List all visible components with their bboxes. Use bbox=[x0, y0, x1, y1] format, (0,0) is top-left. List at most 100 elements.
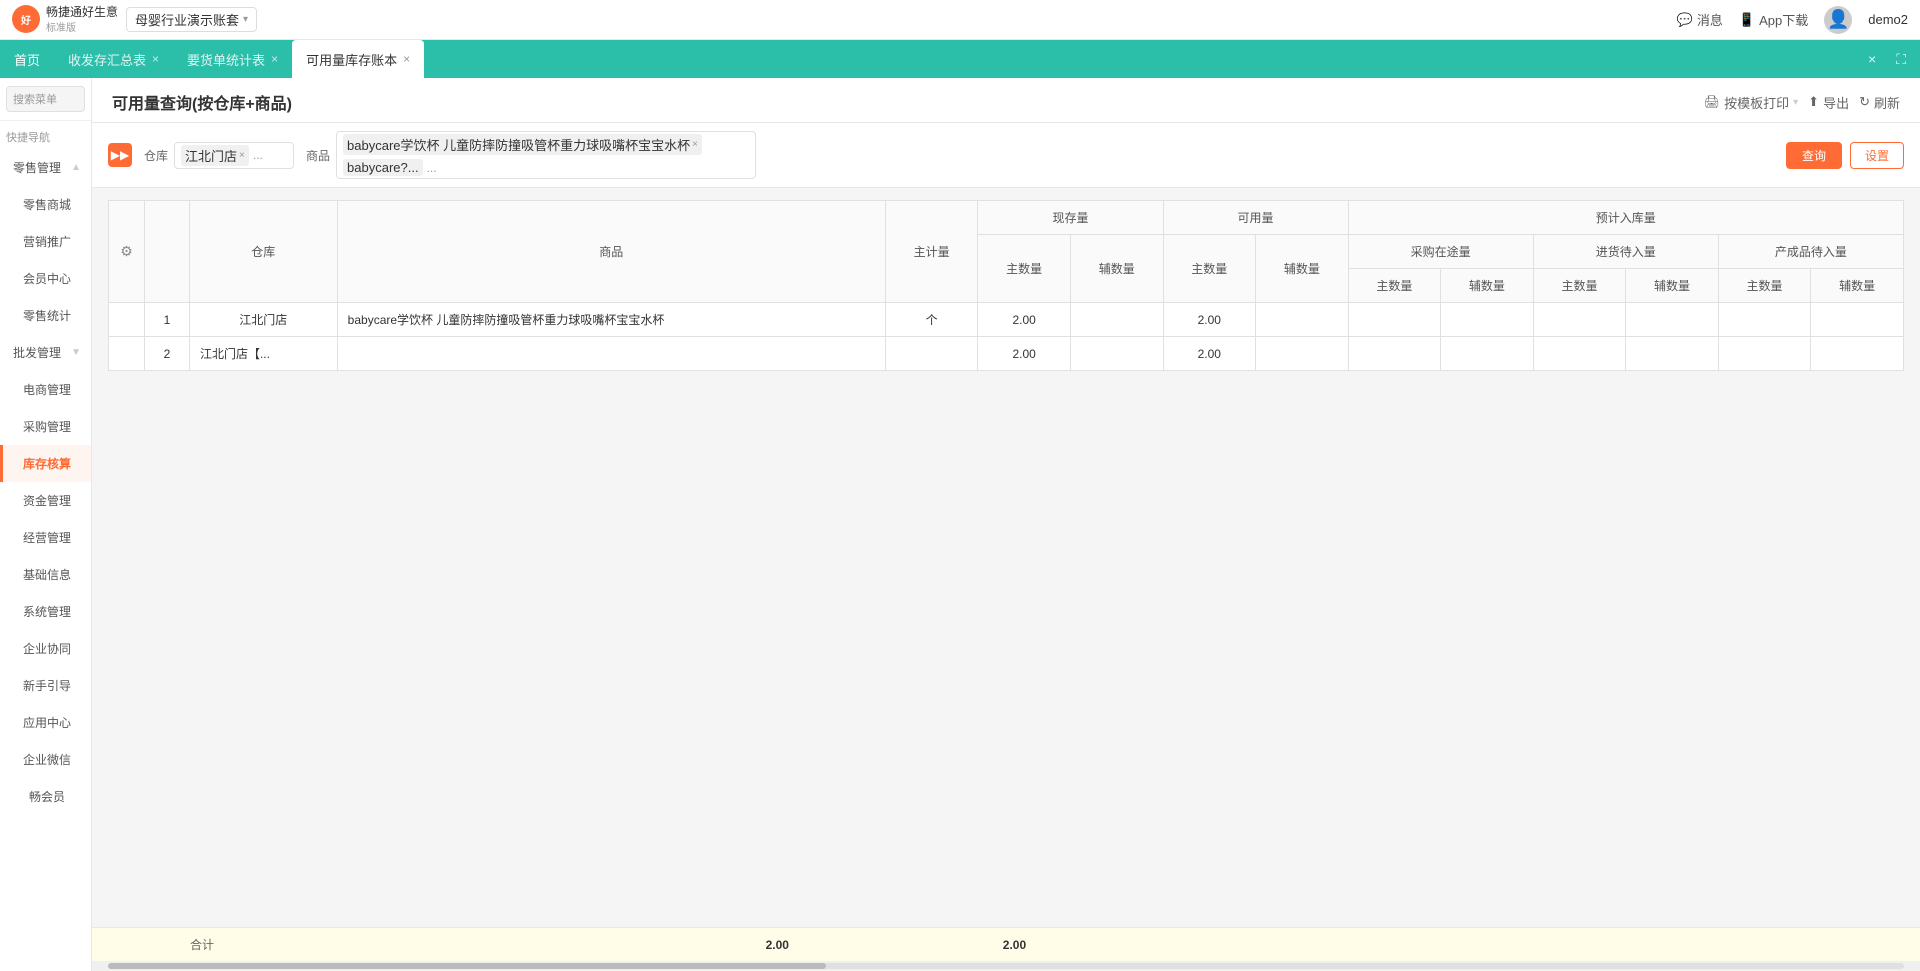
sidebar-item-retail-stats-label: 零售统计 bbox=[23, 307, 71, 324]
chevron-down-icon: ▾ bbox=[243, 14, 248, 25]
product-filter-tags[interactable]: babycare学饮杯 儿童防摔防撞吸管杯重力球吸嘴杯宝宝水杯 × babyca… bbox=[336, 131, 756, 179]
page-header: 可用量查询(按仓库+商品) 🖨 按模板打印 ▾ ⬆ 导出 ↻ 刷新 bbox=[92, 78, 1920, 123]
td-purchase-aux-2 bbox=[1441, 337, 1534, 371]
tab-available-stock[interactable]: 可用量库存账本 × bbox=[292, 40, 424, 78]
td-current-main-2: 2.00 bbox=[978, 337, 1071, 371]
sidebar-item-member-center-label: 会员中心 bbox=[23, 270, 71, 287]
tab-available-stock-close[interactable]: × bbox=[403, 53, 410, 65]
logo-area: 好 畅捷通好生意 标准版 bbox=[12, 5, 118, 34]
tab-order-stats-close[interactable]: × bbox=[271, 53, 278, 65]
sidebar-item-enterprise-coop[interactable]: 企业协同 bbox=[0, 630, 91, 667]
download-icon: 📱 bbox=[1739, 12, 1755, 28]
sidebar-item-finance-mgmt[interactable]: 资金管理 bbox=[0, 482, 91, 519]
td-no-2: 2 bbox=[145, 337, 190, 371]
search-menu-button[interactable]: 搜索菜单 bbox=[6, 86, 85, 112]
horizontal-scrollbar[interactable] bbox=[92, 961, 1920, 971]
product-filter-more[interactable]: ... bbox=[427, 161, 437, 175]
sidebar: 搜索菜单 快捷导航 零售管理 ▲ 零售商城 营销推广 会员中心 零售统计 批发管… bbox=[0, 78, 92, 971]
tab-close-all-button[interactable]: × bbox=[1862, 49, 1882, 69]
tab-receive-pay[interactable]: 收发存汇总表 × bbox=[54, 40, 173, 78]
product-tag-1-label: babycare学饮杯 儿童防摔防撞吸管杯重力球吸嘴杯宝宝水杯 bbox=[347, 135, 690, 154]
print-label: 按模板打印 bbox=[1724, 93, 1789, 112]
sidebar-item-retail-mgmt[interactable]: 零售管理 ▲ bbox=[0, 149, 91, 186]
chevron-up-icon: ▲ bbox=[71, 162, 81, 173]
th-avail-main: 主数量 bbox=[1163, 235, 1256, 303]
th-current-aux: 辅数量 bbox=[1070, 235, 1163, 303]
scrollbar-track bbox=[108, 963, 1904, 969]
content-area: 可用量查询(按仓库+商品) 🖨 按模板打印 ▾ ⬆ 导出 ↻ 刷新 ▶▶ bbox=[92, 78, 1920, 971]
sidebar-item-marketing[interactable]: 营销推广 bbox=[0, 223, 91, 260]
tab-order-stats-label: 要货单统计表 bbox=[187, 50, 265, 69]
user-name[interactable]: demo2 bbox=[1868, 12, 1908, 27]
message-icon: 💬 bbox=[1677, 12, 1693, 28]
th-no bbox=[145, 201, 190, 303]
account-selector-label: 母婴行业演示账套 bbox=[135, 10, 239, 29]
sidebar-item-new-guide-label: 新手引导 bbox=[23, 677, 71, 694]
warehouse-filter-more[interactable]: ... bbox=[253, 148, 263, 162]
filter-toggle-button[interactable]: ▶▶ bbox=[108, 143, 132, 167]
app-download-button[interactable]: 📱 App下载 bbox=[1739, 10, 1808, 29]
sidebar-item-marketing-label: 营销推广 bbox=[23, 233, 71, 250]
warehouse-tag-jiangbei-close[interactable]: × bbox=[239, 150, 245, 161]
tab-receive-pay-label: 收发存汇总表 bbox=[68, 50, 146, 69]
warehouse-tag-jiangbei-label: 江北门店 bbox=[185, 146, 237, 165]
sidebar-item-inventory-mgmt[interactable]: 库存核算 bbox=[0, 445, 91, 482]
product-filter-group: 商品 babycare学饮杯 儿童防摔防撞吸管杯重力球吸嘴杯宝宝水杯 × bab… bbox=[306, 131, 756, 179]
footer-incoming-aux bbox=[1548, 938, 1667, 952]
page-actions: 🖨 按模板打印 ▾ ⬆ 导出 ↻ 刷新 bbox=[1704, 93, 1900, 112]
sidebar-item-enterprise-wechat[interactable]: 企业微信 bbox=[0, 741, 91, 778]
td-avail-main-1: 2.00 bbox=[1163, 303, 1256, 337]
sidebar-item-retail-mall[interactable]: 零售商城 bbox=[0, 186, 91, 223]
sidebar-item-purchase-mgmt[interactable]: 采购管理 bbox=[0, 408, 91, 445]
td-warehouse-2: 江北门店【... bbox=[189, 337, 337, 371]
setting-button[interactable]: 设置 bbox=[1850, 142, 1904, 169]
sidebar-item-retail-stats[interactable]: 零售统计 bbox=[0, 297, 91, 334]
td-product-2 bbox=[337, 337, 885, 371]
sidebar-item-app-center[interactable]: 应用中心 bbox=[0, 704, 91, 741]
sidebar-item-wholesale-mgmt[interactable]: 批发管理 ▼ bbox=[0, 334, 91, 371]
sidebar-item-ecommerce-mgmt[interactable]: 电商管理 bbox=[0, 371, 91, 408]
export-button[interactable]: ⬆ 导出 bbox=[1808, 93, 1849, 112]
tab-home[interactable]: 首页 bbox=[0, 40, 54, 78]
warehouse-filter-tags[interactable]: 江北门店 × ... bbox=[174, 142, 294, 169]
logo-text-block: 畅捷通好生意 标准版 bbox=[46, 5, 118, 34]
sidebar-item-enterprise-coop-label: 企业协同 bbox=[23, 640, 71, 657]
tab-fullscreen-button[interactable]: ⛶ bbox=[1890, 49, 1912, 70]
sidebar-item-basic-info[interactable]: 基础信息 bbox=[0, 556, 91, 593]
th-purchase-transit: 采购在途量 bbox=[1348, 235, 1533, 269]
tab-order-stats[interactable]: 要货单统计表 × bbox=[173, 40, 292, 78]
th-incoming-main: 主数量 bbox=[1533, 269, 1626, 303]
logo-sub: 标准版 bbox=[46, 19, 118, 34]
warehouse-filter-group: 仓库 江北门店 × ... bbox=[144, 142, 294, 169]
print-button[interactable]: 🖨 按模板打印 ▾ bbox=[1704, 93, 1799, 112]
th-produced-aux: 辅数量 bbox=[1811, 269, 1904, 303]
refresh-button[interactable]: ↻ 刷新 bbox=[1859, 93, 1900, 112]
page-title: 可用量查询(按仓库+商品) bbox=[112, 90, 292, 114]
td-produced-main-2 bbox=[1718, 337, 1811, 371]
td-unit-2 bbox=[885, 337, 978, 371]
filter-actions: 查询 设置 bbox=[1786, 142, 1904, 169]
td-current-aux-2 bbox=[1070, 337, 1163, 371]
sidebar-item-system-mgmt-label: 系统管理 bbox=[23, 603, 71, 620]
account-selector[interactable]: 母婴行业演示账套 ▾ bbox=[126, 7, 257, 32]
scrollbar-thumb[interactable] bbox=[108, 963, 826, 969]
tab-receive-pay-close[interactable]: × bbox=[152, 53, 159, 65]
td-settings-1 bbox=[109, 303, 145, 337]
message-button[interactable]: 💬 消息 bbox=[1677, 10, 1723, 29]
sidebar-item-member-center[interactable]: 会员中心 bbox=[0, 260, 91, 297]
message-label: 消息 bbox=[1697, 10, 1723, 29]
th-settings: ⚙ bbox=[109, 201, 145, 303]
product-tag-1-close[interactable]: × bbox=[692, 139, 698, 150]
th-purchase-aux: 辅数量 bbox=[1441, 269, 1534, 303]
table-row: 1 江北门店 babycare学饮杯 儿童防摔防撞吸管杯重力球吸嘴杯宝宝水杯 个… bbox=[109, 303, 1904, 337]
th-incoming-wait: 进货待入量 bbox=[1533, 235, 1718, 269]
th-expected-in: 预计入库量 bbox=[1348, 201, 1903, 235]
settings-gear-icon[interactable]: ⚙ bbox=[120, 243, 133, 259]
footer-label: 合计 bbox=[180, 936, 638, 953]
sidebar-item-new-guide[interactable]: 新手引导 bbox=[0, 667, 91, 704]
sidebar-item-operation-mgmt[interactable]: 经营管理 bbox=[0, 519, 91, 556]
query-button[interactable]: 查询 bbox=[1786, 142, 1842, 169]
export-label: 导出 bbox=[1823, 93, 1849, 112]
sidebar-item-member[interactable]: 畅会员 bbox=[0, 778, 91, 815]
sidebar-item-system-mgmt[interactable]: 系统管理 bbox=[0, 593, 91, 630]
